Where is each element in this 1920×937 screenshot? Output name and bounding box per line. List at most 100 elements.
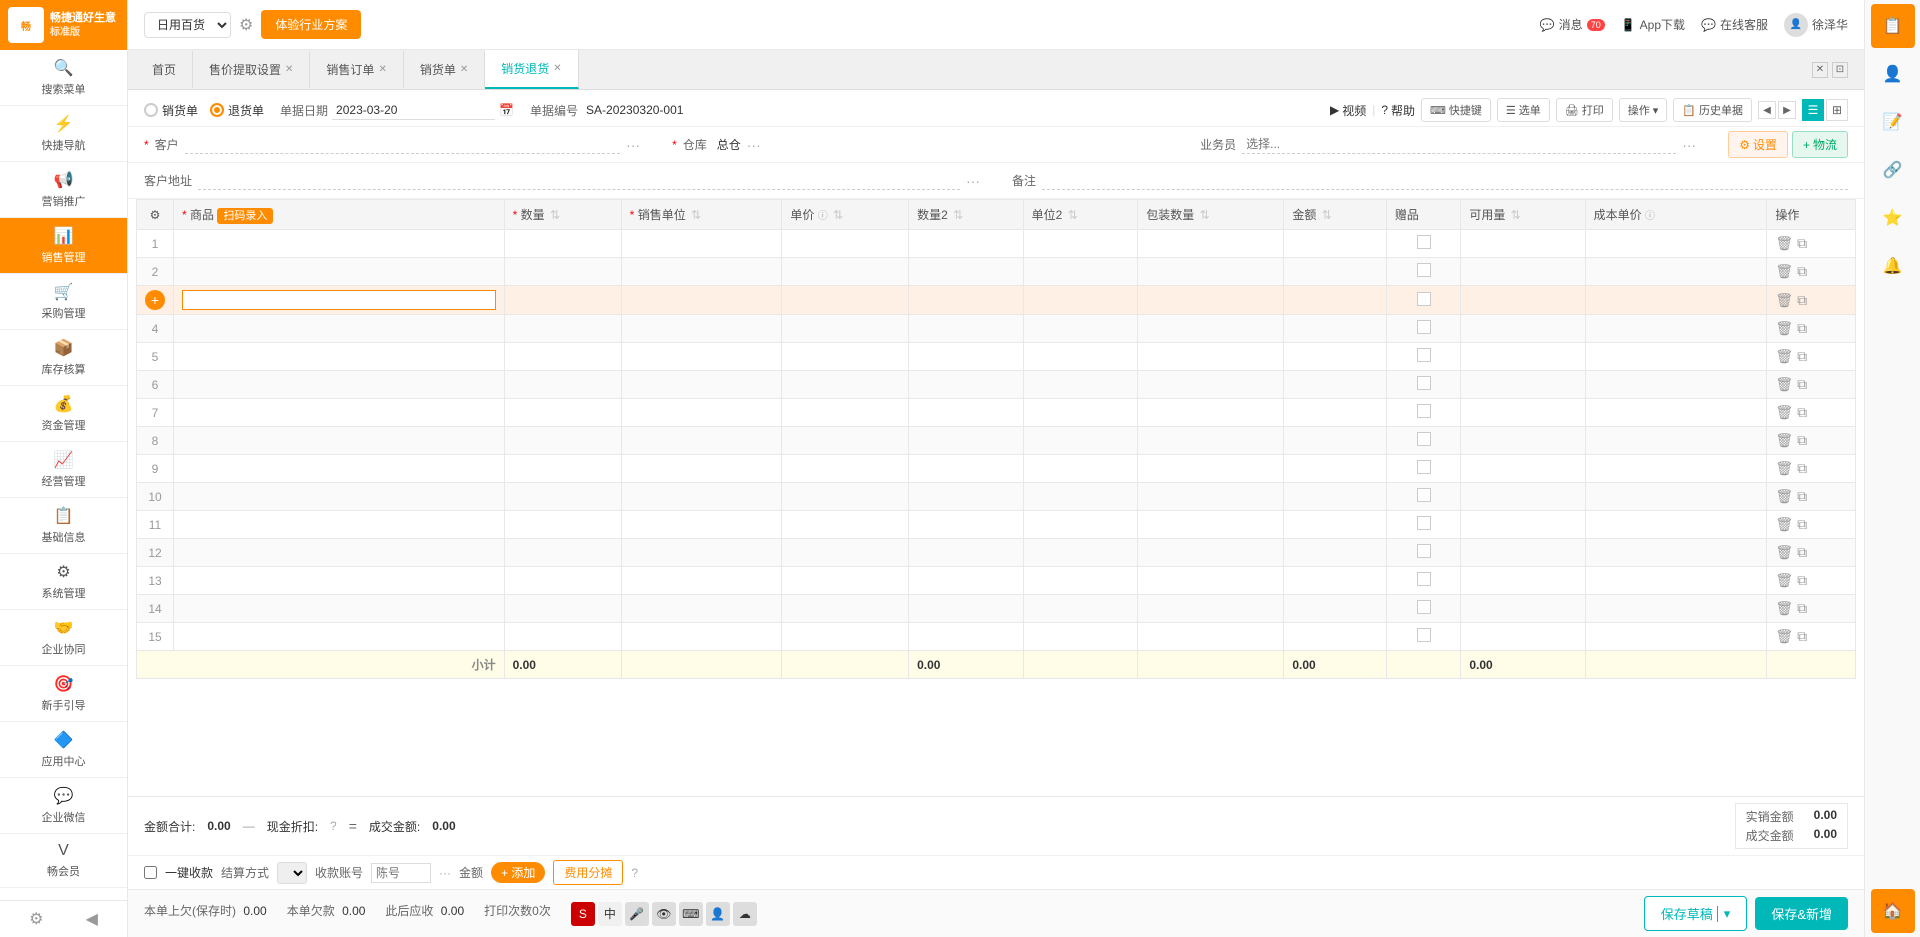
cell-qty2-13[interactable] — [909, 567, 1024, 595]
cell-cost-12[interactable] — [1585, 539, 1767, 567]
cell-gift-11[interactable] — [1386, 511, 1461, 539]
cell-pack_qty-14[interactable] — [1138, 595, 1284, 623]
cell-unit2-14[interactable] — [1023, 595, 1138, 623]
delete-row-btn-7[interactable]: 🗑 — [1775, 404, 1793, 421]
cell-unit_price-2[interactable] — [782, 258, 909, 286]
cell-amount-10[interactable] — [1284, 483, 1386, 511]
gift-checkbox-1[interactable] — [1417, 235, 1431, 249]
address-input[interactable] — [198, 171, 960, 190]
copy-row-btn-7[interactable]: ⧉ — [1797, 404, 1807, 421]
cell-qty-4[interactable] — [504, 315, 621, 343]
copy-row-btn-2[interactable]: ⧉ — [1797, 263, 1807, 280]
staff-input[interactable] — [1242, 135, 1676, 154]
cell-qty-10[interactable] — [504, 483, 621, 511]
cell-qty2-11[interactable] — [909, 511, 1024, 539]
cell-cost-4[interactable] — [1585, 315, 1767, 343]
cell-available-11[interactable] — [1461, 511, 1585, 539]
cell-gift-10[interactable] — [1386, 483, 1461, 511]
cell-pack_qty-2[interactable] — [1138, 258, 1284, 286]
cell-gift-6[interactable] — [1386, 371, 1461, 399]
cell-unit_price-3[interactable] — [782, 286, 909, 315]
customer-picker-btn[interactable]: ··· — [626, 137, 640, 153]
person-icon[interactable]: 👤 — [706, 902, 730, 926]
cell-amount-12[interactable] — [1284, 539, 1386, 567]
cell-amount-1[interactable] — [1284, 230, 1386, 258]
cell-cost-1[interactable] — [1585, 230, 1767, 258]
app-download-btn[interactable]: 📱 App下载 — [1621, 16, 1685, 33]
cell-pack_qty-8[interactable] — [1138, 427, 1284, 455]
cell-product-4[interactable] — [174, 315, 505, 343]
remark-input[interactable] — [1042, 171, 1848, 190]
cell-sales_unit-6[interactable] — [621, 371, 782, 399]
sales-unit-sort-icon[interactable]: ⇅ — [691, 208, 701, 222]
gift-checkbox-4[interactable] — [1417, 320, 1431, 334]
cell-gift-4[interactable] — [1386, 315, 1461, 343]
cell-product-7[interactable] — [174, 399, 505, 427]
cell-unit_price-15[interactable] — [782, 623, 909, 651]
right-panel-btn-3[interactable]: 🔗 — [1871, 148, 1915, 192]
cell-pack_qty-9[interactable] — [1138, 455, 1284, 483]
cell-sales_unit-3[interactable] — [621, 286, 782, 315]
gift-checkbox-9[interactable] — [1417, 460, 1431, 474]
eye-icon[interactable]: 👁 — [652, 902, 676, 926]
history-btn[interactable]: 📋 历史单据 — [1673, 98, 1752, 122]
cell-pack_qty-6[interactable] — [1138, 371, 1284, 399]
prev-record-btn[interactable]: ◀ — [1758, 101, 1776, 119]
sidebar-item-6[interactable]: 💰资金管理 — [0, 386, 127, 442]
cell-sales_unit-11[interactable] — [621, 511, 782, 539]
cell-unit2-4[interactable] — [1023, 315, 1138, 343]
gift-checkbox-12[interactable] — [1417, 544, 1431, 558]
grid-view-btn[interactable]: ⊞ — [1826, 99, 1848, 121]
collapse-icon[interactable]: ◀ — [86, 909, 98, 929]
sidebar-item-9[interactable]: ⚙系统管理 — [0, 554, 127, 610]
cell-gift-12[interactable] — [1386, 539, 1461, 567]
keyboard2-icon[interactable]: ⌨ — [679, 902, 703, 926]
calendar-icon[interactable]: 📅 — [499, 103, 514, 117]
cell-pack_qty-7[interactable] — [1138, 399, 1284, 427]
cell-unit2-8[interactable] — [1023, 427, 1138, 455]
cell-qty-7[interactable] — [504, 399, 621, 427]
cell-unit2-5[interactable] — [1023, 343, 1138, 371]
cell-amount-9[interactable] — [1284, 455, 1386, 483]
cell-amount-7[interactable] — [1284, 399, 1386, 427]
gift-checkbox-14[interactable] — [1417, 600, 1431, 614]
gift-checkbox-6[interactable] — [1417, 376, 1431, 390]
copy-row-btn-13[interactable]: ⧉ — [1797, 572, 1807, 589]
staff-picker-btn[interactable]: ··· — [1682, 137, 1696, 153]
experience-btn[interactable]: 体验行业方案 — [261, 10, 361, 39]
cell-qty2-5[interactable] — [909, 343, 1024, 371]
cost-price-info-icon[interactable]: ⓘ — [1645, 211, 1655, 222]
cell-amount-8[interactable] — [1284, 427, 1386, 455]
cell-cost-7[interactable] — [1585, 399, 1767, 427]
cell-pack_qty-15[interactable] — [1138, 623, 1284, 651]
cell-qty-2[interactable] — [504, 258, 621, 286]
tab-close-1[interactable]: ✕ — [285, 64, 293, 75]
next-record-btn[interactable]: ▶ — [1778, 101, 1796, 119]
date-input[interactable] — [332, 101, 495, 120]
cell-qty-14[interactable] — [504, 595, 621, 623]
cell-pack_qty-3[interactable] — [1138, 286, 1284, 315]
available-sort-icon[interactable]: ⇅ — [1511, 208, 1521, 222]
cell-qty2-1[interactable] — [909, 230, 1024, 258]
right-panel-btn-1[interactable]: 👤 — [1871, 52, 1915, 96]
delete-row-btn-9[interactable]: 🗑 — [1775, 460, 1793, 477]
cell-pack_qty-5[interactable] — [1138, 343, 1284, 371]
amount-sort-icon[interactable]: ⇅ — [1322, 208, 1332, 222]
cell-qty2-14[interactable] — [909, 595, 1024, 623]
account-input[interactable] — [371, 863, 431, 883]
cell-qty2-3[interactable] — [909, 286, 1024, 315]
cell-sales_unit-10[interactable] — [621, 483, 782, 511]
delete-row-btn-4[interactable]: 🗑 — [1775, 320, 1793, 337]
gift-checkbox-2[interactable] — [1417, 263, 1431, 277]
copy-row-btn-9[interactable]: ⧉ — [1797, 460, 1807, 477]
cell-unit2-10[interactable] — [1023, 483, 1138, 511]
tab-2[interactable]: 销售订单✕ — [310, 51, 403, 88]
copy-row-btn-11[interactable]: ⧉ — [1797, 516, 1807, 533]
save-new-btn[interactable]: 保存&新增 — [1755, 897, 1848, 930]
cell-available-8[interactable] — [1461, 427, 1585, 455]
cell-product-8[interactable] — [174, 427, 505, 455]
tab-4[interactable]: 销货退货✕ — [485, 50, 578, 89]
gift-checkbox-3[interactable] — [1417, 292, 1431, 306]
delete-row-btn-14[interactable]: 🗑 — [1775, 600, 1793, 617]
cell-unit2-13[interactable] — [1023, 567, 1138, 595]
